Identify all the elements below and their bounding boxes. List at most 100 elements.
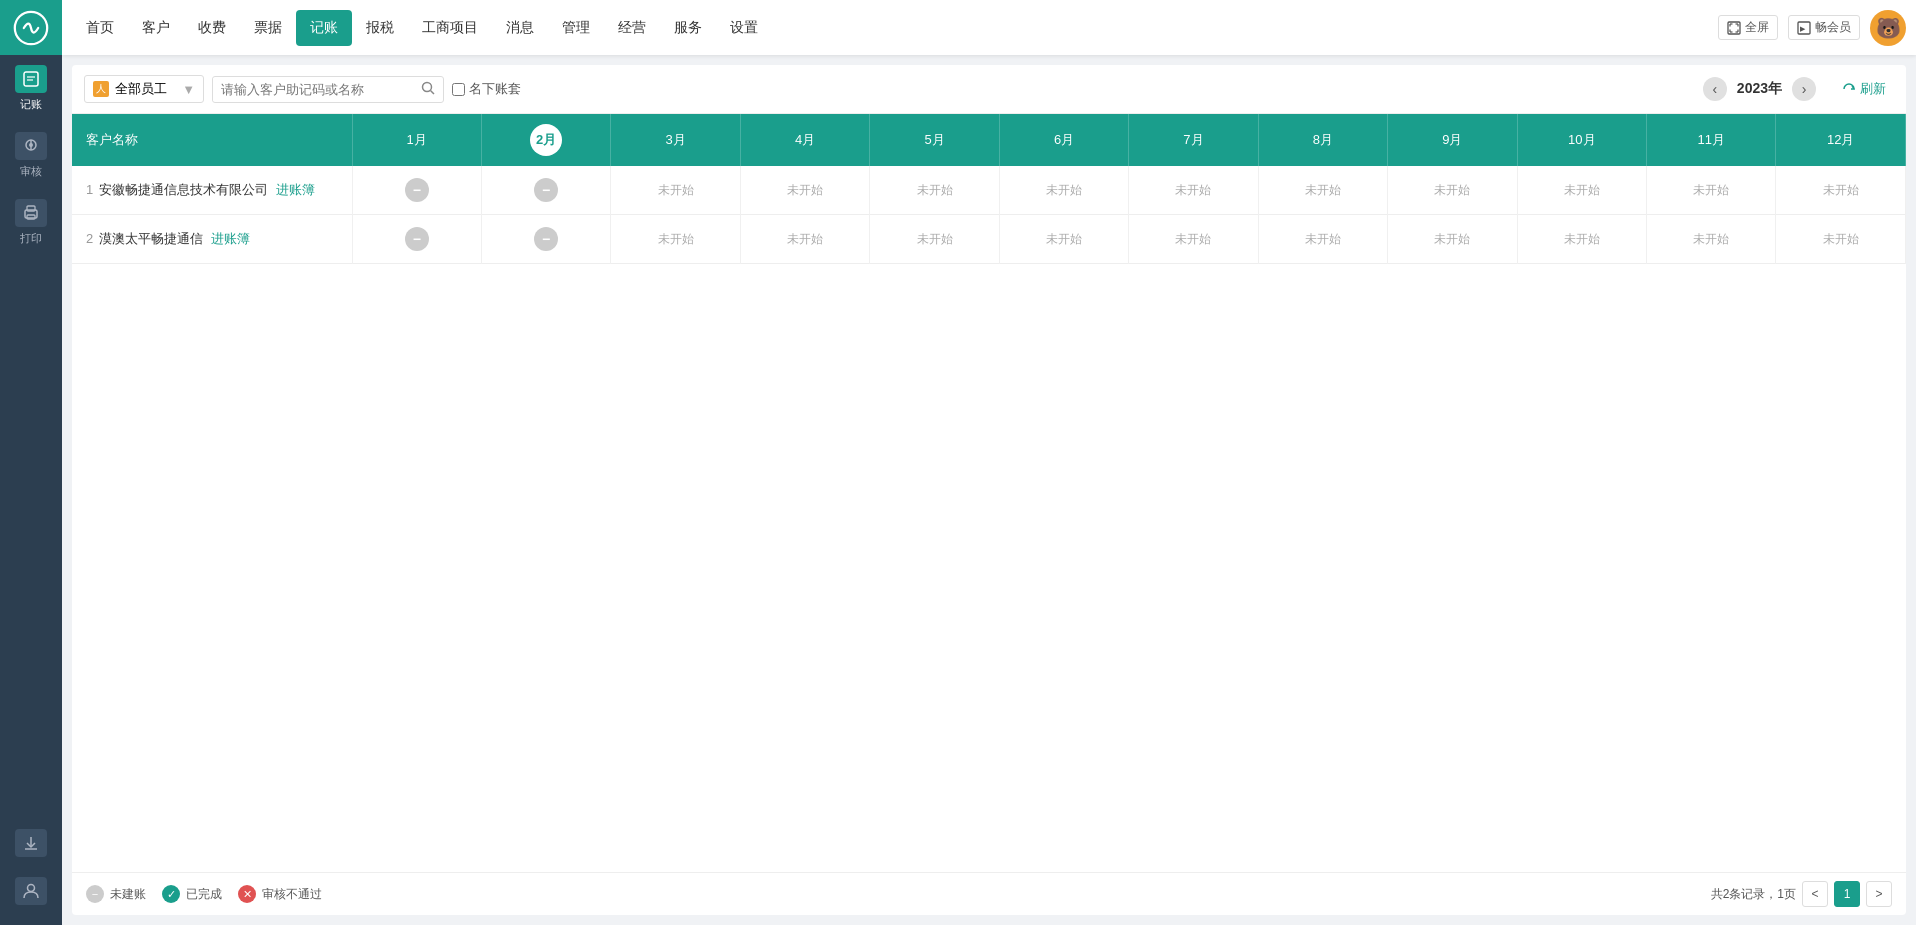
col-month-7: 7月 <box>1129 114 1258 166</box>
employee-label: 全部员工 <box>115 80 167 98</box>
nav-customer[interactable]: 客户 <box>128 0 184 55</box>
sidebar: 记账 审核 打印 <box>0 0 62 925</box>
search-input[interactable] <box>213 78 413 101</box>
cell-month-9: 未开始 <box>1388 215 1517 264</box>
table-row: 2漠澳太平畅捷通信进账簿−−未开始未开始未开始未开始未开始未开始未开始未开始未开… <box>72 215 1906 264</box>
mine-accounts-label[interactable]: 名下账套 <box>452 80 521 98</box>
refresh-label: 刷新 <box>1860 80 1886 98</box>
svg-point-12 <box>28 885 35 892</box>
prev-page-button[interactable]: < <box>1802 881 1828 907</box>
col-month-9: 9月 <box>1388 114 1517 166</box>
col-month-3: 3月 <box>611 114 740 166</box>
main-card: 人 全部员工 ▼ 名下账套 <box>72 65 1906 915</box>
status-not-started: 未开始 <box>1434 232 1470 246</box>
status-not-started: 未开始 <box>787 232 823 246</box>
toolbar: 人 全部员工 ▼ 名下账套 <box>72 65 1906 114</box>
nav-invoice[interactable]: 票据 <box>240 0 296 55</box>
svg-line-25 <box>431 90 435 94</box>
row-number: 2 <box>86 231 93 246</box>
table-row: 1安徽畅捷通信息技术有限公司进账簿−−未开始未开始未开始未开始未开始未开始未开始… <box>72 166 1906 215</box>
cell-month-12: 未开始 <box>1776 215 1906 264</box>
status-not-built-icon: − <box>534 178 558 202</box>
cell-month-6: 未开始 <box>999 215 1128 264</box>
svg-rect-9 <box>27 215 35 219</box>
nav-right: 全屏 ▶ 畅会员 🐻 <box>1718 10 1906 46</box>
nav-message[interactable]: 消息 <box>492 0 548 55</box>
sidebar-item-download[interactable] <box>0 819 62 867</box>
prev-year-button[interactable]: ‹ <box>1703 77 1727 101</box>
status-not-started: 未开始 <box>1434 183 1470 197</box>
status-not-started: 未开始 <box>1046 232 1082 246</box>
nav-business[interactable]: 工商项目 <box>408 0 492 55</box>
app-logo[interactable] <box>0 0 62 55</box>
status-not-started: 未开始 <box>1564 183 1600 197</box>
year-display: 2023年 <box>1737 80 1782 98</box>
legend-completed: ✓ 已完成 <box>162 885 222 903</box>
audit-icon <box>15 132 47 160</box>
status-not-started: 未开始 <box>1175 232 1211 246</box>
row-number: 1 <box>86 182 93 197</box>
sidebar-item-user[interactable] <box>0 867 62 915</box>
legend-rejected: ✕ 审核不通过 <box>238 885 322 903</box>
nav-fee[interactable]: 收费 <box>184 0 240 55</box>
cell-month-6: 未开始 <box>999 166 1128 215</box>
nav-operation[interactable]: 经营 <box>604 0 660 55</box>
chevron-down-icon: ▼ <box>182 82 195 97</box>
table-header-row: 客户名称 1月 2月 3月 4月 5月 6月 7月 8月 9月 <box>72 114 1906 166</box>
status-not-started: 未开始 <box>1305 232 1341 246</box>
nav-tax[interactable]: 报税 <box>352 0 408 55</box>
cell-month-8: 未开始 <box>1258 166 1387 215</box>
total-records: 共2条记录，1页 <box>1711 886 1796 903</box>
sidebar-item-label: 打印 <box>20 231 42 246</box>
status-not-started: 未开始 <box>917 183 953 197</box>
enter-link[interactable]: 进账簿 <box>211 231 250 246</box>
status-not-built-icon: − <box>405 227 429 251</box>
status-not-built-icon: − <box>405 178 429 202</box>
mine-accounts-text: 名下账套 <box>469 80 521 98</box>
completed-label: 已完成 <box>186 886 222 903</box>
refresh-button[interactable]: 刷新 <box>1834 76 1894 102</box>
bookkeeping-table: 客户名称 1月 2月 3月 4月 5月 6月 7月 8月 9月 <box>72 114 1906 264</box>
cell-month-4: 未开始 <box>740 215 869 264</box>
cell-month-11: 未开始 <box>1647 166 1776 215</box>
col-month-4: 4月 <box>740 114 869 166</box>
legend-not-built: − 未建账 <box>86 885 146 903</box>
status-not-started: 未开始 <box>1693 232 1729 246</box>
search-button[interactable] <box>413 77 443 102</box>
col-month-1: 1月 <box>352 114 481 166</box>
vip-label: 畅会员 <box>1815 19 1851 36</box>
nav-home[interactable]: 首页 <box>72 0 128 55</box>
nav-service[interactable]: 服务 <box>660 0 716 55</box>
col-month-12: 12月 <box>1776 114 1906 166</box>
sidebar-bottom <box>0 819 62 925</box>
enter-link[interactable]: 进账簿 <box>276 182 315 197</box>
page-1-button[interactable]: 1 <box>1834 881 1860 907</box>
rejected-icon: ✕ <box>238 885 256 903</box>
employee-select[interactable]: 人 全部员工 ▼ <box>84 75 204 103</box>
svg-point-24 <box>423 82 432 91</box>
next-year-button[interactable]: › <box>1792 77 1816 101</box>
cell-month-2: − <box>481 215 610 264</box>
col-month-10: 10月 <box>1517 114 1646 166</box>
col-month-6: 6月 <box>999 114 1128 166</box>
mine-accounts-checkbox[interactable] <box>452 83 465 96</box>
nav-management[interactable]: 管理 <box>548 0 604 55</box>
user-avatar[interactable]: 🐻 <box>1870 10 1906 46</box>
year-navigation: ‹ 2023年 › <box>1703 77 1816 101</box>
table-body: 1安徽畅捷通信息技术有限公司进账簿−−未开始未开始未开始未开始未开始未开始未开始… <box>72 166 1906 264</box>
nav-settings[interactable]: 设置 <box>716 0 772 55</box>
bookkeeping-icon <box>15 65 47 93</box>
sidebar-item-print[interactable]: 打印 <box>0 189 62 256</box>
cell-month-2: − <box>481 166 610 215</box>
search-wrap <box>212 76 444 103</box>
vip-button[interactable]: ▶ 畅会员 <box>1788 15 1860 40</box>
status-not-started: 未开始 <box>1305 183 1341 197</box>
fullscreen-button[interactable]: 全屏 <box>1718 15 1778 40</box>
not-built-label: 未建账 <box>110 886 146 903</box>
sidebar-item-audit[interactable]: 审核 <box>0 122 62 189</box>
next-page-button[interactable]: > <box>1866 881 1892 907</box>
cell-customer: 1安徽畅捷通信息技术有限公司进账簿 <box>72 166 352 215</box>
sidebar-item-bookkeeping[interactable]: 记账 <box>0 55 62 122</box>
content-area: 人 全部员工 ▼ 名下账套 <box>62 55 1916 925</box>
nav-bookkeeping[interactable]: 记账 <box>296 10 352 46</box>
